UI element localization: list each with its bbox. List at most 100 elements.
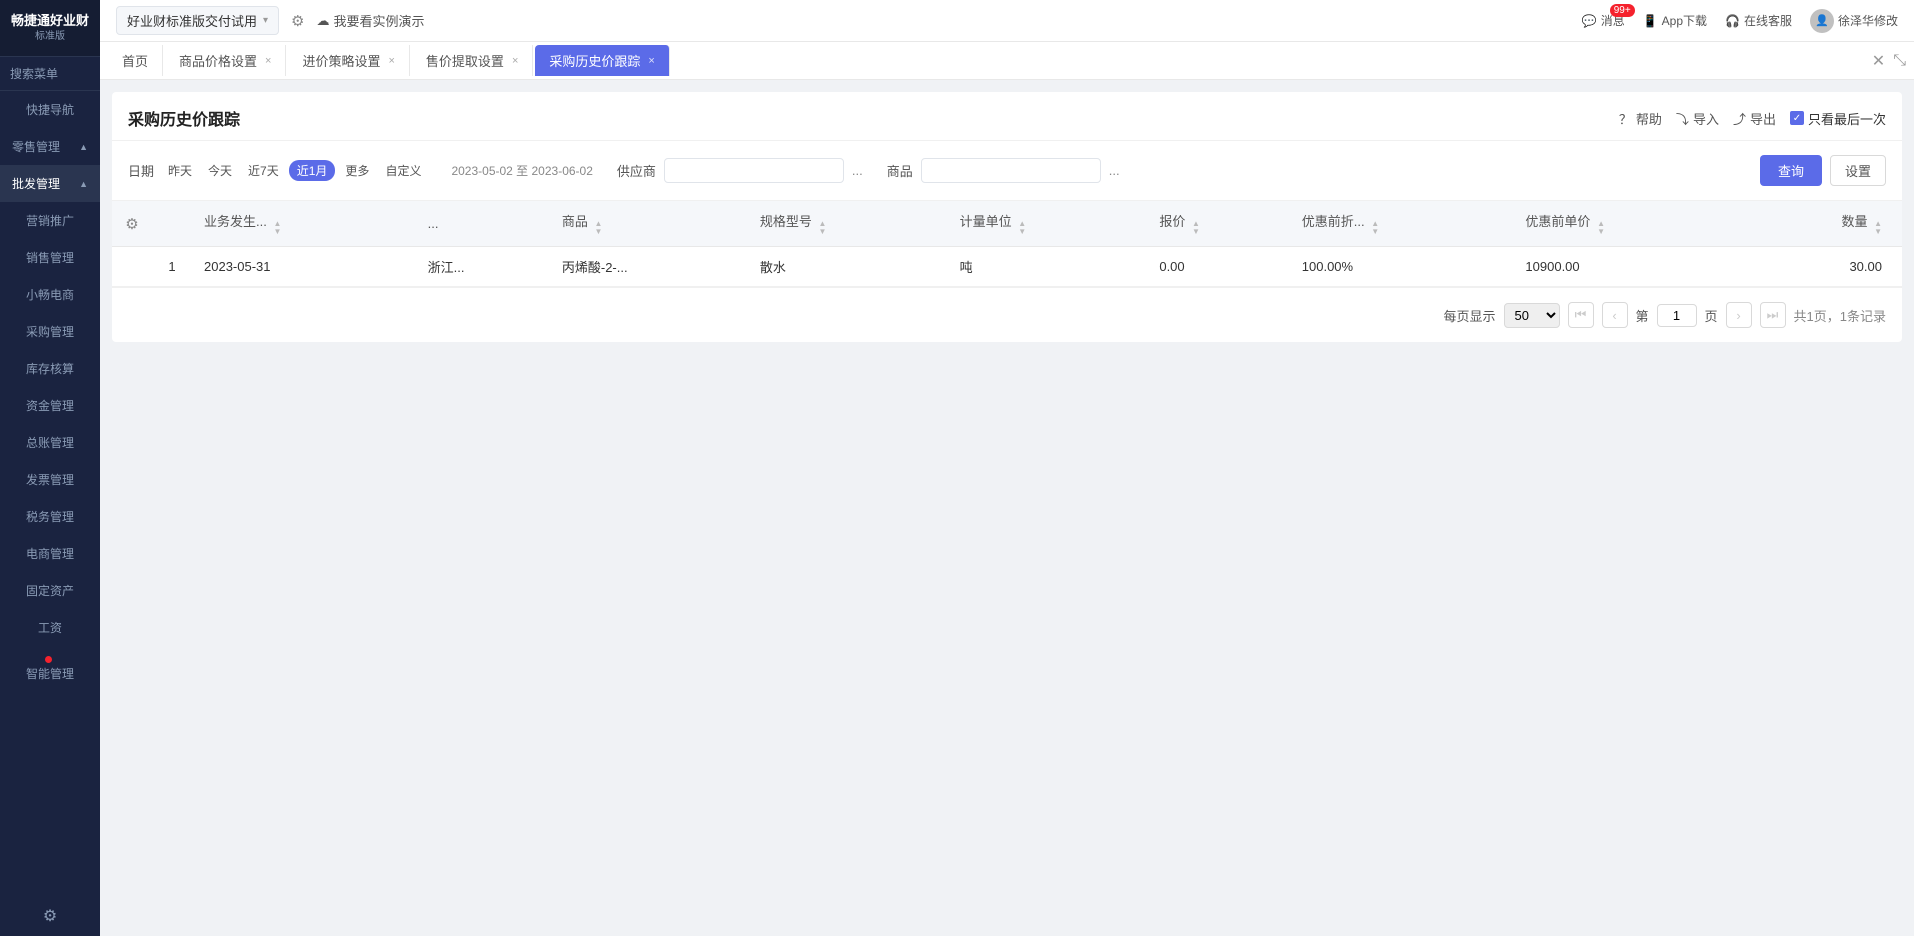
tab-price-settings[interactable]: 商品价格设置 × xyxy=(165,45,286,76)
query-button[interactable]: 查询 xyxy=(1760,155,1822,186)
tab-purchase-strategy[interactable]: 进价策略设置 × xyxy=(288,45,409,76)
close-icon[interactable]: × xyxy=(512,55,518,67)
sort-icon: ▲▼ xyxy=(595,220,603,236)
sidebar-item-assets[interactable]: 固定资产 xyxy=(0,572,100,609)
close-icon[interactable]: × xyxy=(648,55,654,67)
sidebar-item-purchase[interactable]: 采购管理 xyxy=(0,313,100,350)
sidebar-quick-nav[interactable]: 快捷导航 xyxy=(0,91,100,128)
prev-page-button[interactable]: ‹ xyxy=(1602,302,1628,328)
gear-icon[interactable]: ⚙ xyxy=(43,906,57,926)
goods-input[interactable] xyxy=(921,158,1101,183)
col-pre-discount-price-header[interactable]: 优惠前单价 ▲▼ xyxy=(1513,201,1741,247)
sidebar-item-ecom-small[interactable]: 小畅电商 xyxy=(0,276,100,313)
date-option-more[interactable]: 更多 xyxy=(339,160,375,181)
only-last-checkbox[interactable]: ✓ 只看最后一次 xyxy=(1790,109,1886,128)
gear-icon[interactable]: ⚙ xyxy=(125,216,138,233)
avatar: 👤 xyxy=(1810,9,1834,33)
tab-home-label: 首页 xyxy=(122,51,148,70)
sidebar-item-tax[interactable]: 税务管理 xyxy=(0,498,100,535)
export-label: 导出 xyxy=(1750,109,1776,128)
import-label: 导入 xyxy=(1693,109,1719,128)
sidebar-item-marketing[interactable]: 营销推广 xyxy=(0,202,100,239)
col-quote-header[interactable]: 报价 ▲▼ xyxy=(1147,201,1289,247)
import-link[interactable]: ⤵ 导入 xyxy=(1676,109,1719,128)
col-unit-header[interactable]: 计量单位 ▲▼ xyxy=(948,201,1148,247)
export-link[interactable]: ⤴ 导出 xyxy=(1733,109,1776,128)
row-num-cell: 1 xyxy=(152,247,192,287)
col-num-header xyxy=(152,201,192,247)
per-page-select[interactable]: 50 100 200 xyxy=(1504,303,1560,328)
date-option-last7[interactable]: 近7天 xyxy=(242,160,285,181)
row-discount-cell: 100.00% xyxy=(1290,247,1514,287)
table-header-row: ⚙ 业务发生... ▲▼ ... 商品 xyxy=(112,201,1902,247)
supplier-more[interactable]: ... xyxy=(852,163,863,178)
checkbox[interactable]: ✓ xyxy=(1790,111,1804,125)
expand-icon[interactable]: ⤡ xyxy=(1893,52,1906,70)
close-icon[interactable]: × xyxy=(388,55,394,67)
first-page-button[interactable]: ⏮ xyxy=(1568,302,1594,328)
app-download-button[interactable]: 📱 App下载 xyxy=(1643,12,1707,29)
col-more-header[interactable]: ... xyxy=(416,201,550,247)
page-number-input[interactable] xyxy=(1657,304,1697,327)
tab-home[interactable]: 首页 xyxy=(108,45,163,76)
col-quantity-header[interactable]: 数量 ▲▼ xyxy=(1742,201,1902,247)
col-spec-header[interactable]: 规格型号 ▲▼ xyxy=(748,201,948,247)
tab-sale-extract[interactable]: 售价提取设置 × xyxy=(412,45,533,76)
sidebar-item-invoice[interactable]: 发票管理 xyxy=(0,461,100,498)
sidebar-nav-label: 采购管理 xyxy=(26,323,74,340)
sidebar-item-retail[interactable]: 零售管理 ▲ xyxy=(0,128,100,165)
goods-label: 商品 xyxy=(887,161,913,180)
date-option-yesterday[interactable]: 昨天 xyxy=(162,160,198,181)
date-range-display: 2023-05-02 至 2023-06-02 xyxy=(451,162,592,179)
page-title: 采购历史价跟踪 xyxy=(128,106,240,130)
only-last-label: 只看最后一次 xyxy=(1808,109,1886,128)
date-label: 日期 xyxy=(128,161,154,180)
sidebar-item-salary[interactable]: 工资 xyxy=(0,609,100,646)
help-link[interactable]: ？ 帮助 xyxy=(1619,109,1662,128)
sidebar-nav-label: 总账管理 xyxy=(26,434,74,451)
messages-button[interactable]: 💬 消息 99+ xyxy=(1582,12,1625,29)
collapse-icon[interactable]: ✕ xyxy=(1872,51,1885,71)
sidebar-search[interactable]: 搜索菜单 xyxy=(0,57,100,91)
col-settings-header[interactable]: ⚙ xyxy=(112,201,152,247)
date-option-last1m[interactable]: 近1月 xyxy=(289,160,336,181)
row-quantity-cell: 30.00 xyxy=(1742,247,1902,287)
demo-link[interactable]: ☁ 我要看实例演示 xyxy=(317,11,425,30)
date-option-custom[interactable]: 自定义 xyxy=(379,160,427,181)
last-page-button[interactable]: ⏭ xyxy=(1760,302,1786,328)
sidebar-nav-label: 发票管理 xyxy=(26,471,74,488)
sidebar-item-sales[interactable]: 销售管理 xyxy=(0,239,100,276)
sidebar-item-finance[interactable]: 资金管理 xyxy=(0,387,100,424)
sidebar-nav-label: 电商管理 xyxy=(26,545,74,562)
online-service-button[interactable]: 🎧 在线客服 xyxy=(1725,12,1792,29)
row-goods-cell: 丙烯酸-2-... xyxy=(550,247,748,287)
chevron-icon: ▲ xyxy=(79,179,88,189)
settings-button[interactable]: 设置 xyxy=(1830,155,1886,186)
date-option-today[interactable]: 今天 xyxy=(202,160,238,181)
date-options: 昨天 今天 近7天 近1月 更多 自定义 xyxy=(162,160,427,181)
supplier-input[interactable] xyxy=(664,158,844,183)
sidebar-bottom: ⚙ xyxy=(0,896,100,936)
col-goods-header[interactable]: 商品 ▲▼ xyxy=(550,201,748,247)
col-biz-date-header[interactable]: 业务发生... ▲▼ xyxy=(192,201,416,247)
message-icon: 💬 xyxy=(1582,14,1597,28)
sidebar-nav-label: 批发管理 xyxy=(12,175,60,192)
sidebar-item-wholesale[interactable]: 批发管理 ▲ xyxy=(0,165,100,202)
app-logo: 畅捷通好业财 标准版 xyxy=(0,0,100,57)
sidebar-item-smart[interactable]: 智能管理 xyxy=(0,646,100,692)
question-icon: ？ xyxy=(1619,109,1632,128)
topbar-settings-icon[interactable]: ⚙ xyxy=(291,12,304,30)
sidebar-nav-label: 资金管理 xyxy=(26,397,74,414)
tab-label: 售价提取设置 xyxy=(426,51,504,70)
next-page-button[interactable]: › xyxy=(1726,302,1752,328)
close-icon[interactable]: × xyxy=(265,55,271,67)
tab-purchase-history[interactable]: 采购历史价跟踪 × xyxy=(535,45,669,76)
sidebar-item-ecom[interactable]: 电商管理 xyxy=(0,535,100,572)
user-menu[interactable]: 👤 徐泽华修改 xyxy=(1810,9,1898,33)
sort-icon: ▲▼ xyxy=(1371,220,1379,236)
col-discount-header[interactable]: 优惠前折... ▲▼ xyxy=(1290,201,1514,247)
sidebar-item-ledger[interactable]: 总账管理 xyxy=(0,424,100,461)
goods-more[interactable]: ... xyxy=(1109,163,1120,178)
version-selector[interactable]: 好业财标准版交付试用 ▾ xyxy=(116,6,279,35)
sidebar-item-inventory[interactable]: 库存核算 xyxy=(0,350,100,387)
